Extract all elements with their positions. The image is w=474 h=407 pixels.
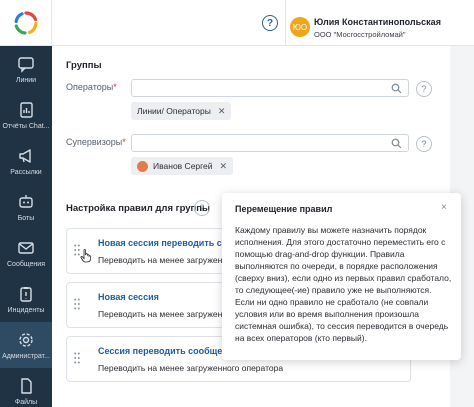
operators-help-icon[interactable]: ? (416, 81, 432, 97)
megaphone-icon (16, 146, 36, 166)
search-icon (391, 83, 402, 94)
sidebar-item-lines[interactable]: Линии (0, 46, 52, 92)
incident-icon (16, 284, 36, 304)
user-name[interactable]: Юлия Константинопольская (314, 17, 441, 27)
tooltip-paragraph: Каждому правилу вы можете назначить поря… (235, 225, 452, 295)
sidebar-item-label: Инциденты (7, 306, 45, 314)
rules-title: Настройка правил для группы (66, 203, 211, 214)
file-icon (16, 376, 36, 396)
supervisors-help-icon[interactable]: ? (416, 136, 432, 152)
avatar (137, 160, 148, 172)
supervisors-search-input[interactable] (131, 134, 409, 152)
close-icon[interactable]: × (441, 202, 447, 213)
sidebar-item-admin[interactable]: Администрат... (0, 322, 52, 368)
sidebar-item-reports[interactable]: Отчёты Chat... (0, 92, 52, 138)
chat-lines-icon (16, 54, 36, 74)
rule-title[interactable]: Новая сессия (98, 292, 159, 302)
sidebar-item-incidents[interactable]: Инциденты (0, 276, 52, 322)
tooltip-arrow (214, 201, 222, 213)
supervisors-chip: Иванов Сергей ✕ (131, 157, 234, 175)
logo-icon (14, 10, 37, 35)
sidebar-item-label: Файлы (14, 398, 38, 406)
sidebar-item-label: Боты (17, 214, 35, 222)
rule-title[interactable]: Сессия переводить сообщения (98, 346, 238, 356)
messages-icon (16, 238, 36, 258)
sidebar-item-label: Линии (15, 76, 37, 84)
operators-label: Операторы* (66, 82, 117, 92)
drag-handle-icon[interactable] (74, 352, 80, 364)
supervisors-label: Супервизоры* (66, 137, 126, 147)
user-org: ООО "Мосгосстройломай" (314, 30, 406, 39)
chip-label: Иванов Сергей (153, 161, 213, 171)
sidebar-item-bots[interactable]: Боты (0, 184, 52, 230)
groups-title: Группы (66, 60, 102, 71)
operators-chip: Линии/ Операторы ✕ (131, 102, 232, 120)
sidebar-item-label: Рассылки (10, 168, 42, 176)
gear-icon (16, 330, 36, 350)
drag-handle-icon[interactable] (74, 298, 80, 310)
hand-cursor-icon (80, 249, 91, 263)
rule-desc: Переводить на менее загруженного операто… (98, 363, 284, 373)
help-icon[interactable]: ? (262, 15, 278, 31)
sidebar-item-files[interactable]: Файлы (0, 368, 52, 407)
rules-help-icon[interactable]: ? (194, 200, 210, 216)
report-icon (16, 100, 36, 120)
operators-search-input[interactable] (131, 79, 409, 97)
tooltip-title: Перемещение правил (235, 204, 333, 214)
close-icon[interactable]: ✕ (218, 106, 226, 117)
bot-icon (16, 192, 36, 212)
sidebar-item-mailings[interactable]: Рассылки (0, 138, 52, 184)
header-divider (285, 0, 286, 46)
tooltip-body: Каждому правилу вы можете назначить поря… (235, 224, 452, 344)
chip-label: Линии/ Операторы (137, 106, 211, 116)
sidebar: Линии Отчёты Chat... Рассылки Боты Сообщ… (0, 0, 52, 407)
sidebar-item-label: Сообщения (7, 260, 45, 268)
sidebar-item-messages[interactable]: Сообщения (0, 230, 52, 276)
top-header: ? ЮО Юлия Константинопольская ООО "Мосго… (52, 0, 474, 46)
search-icon (391, 138, 402, 149)
sidebar-item-label: Администрат... (2, 352, 50, 360)
avatar[interactable]: ЮО (290, 17, 310, 37)
app-logo[interactable] (0, 0, 52, 46)
close-icon[interactable]: ✕ (220, 161, 228, 172)
tooltip-paragraph: Если ни одно правило не сработало (не со… (235, 297, 449, 343)
rules-help-tooltip: Перемещение правил × Каждому правилу вы … (222, 193, 461, 360)
sidebar-item-label: Отчёты Chat... (2, 122, 50, 130)
